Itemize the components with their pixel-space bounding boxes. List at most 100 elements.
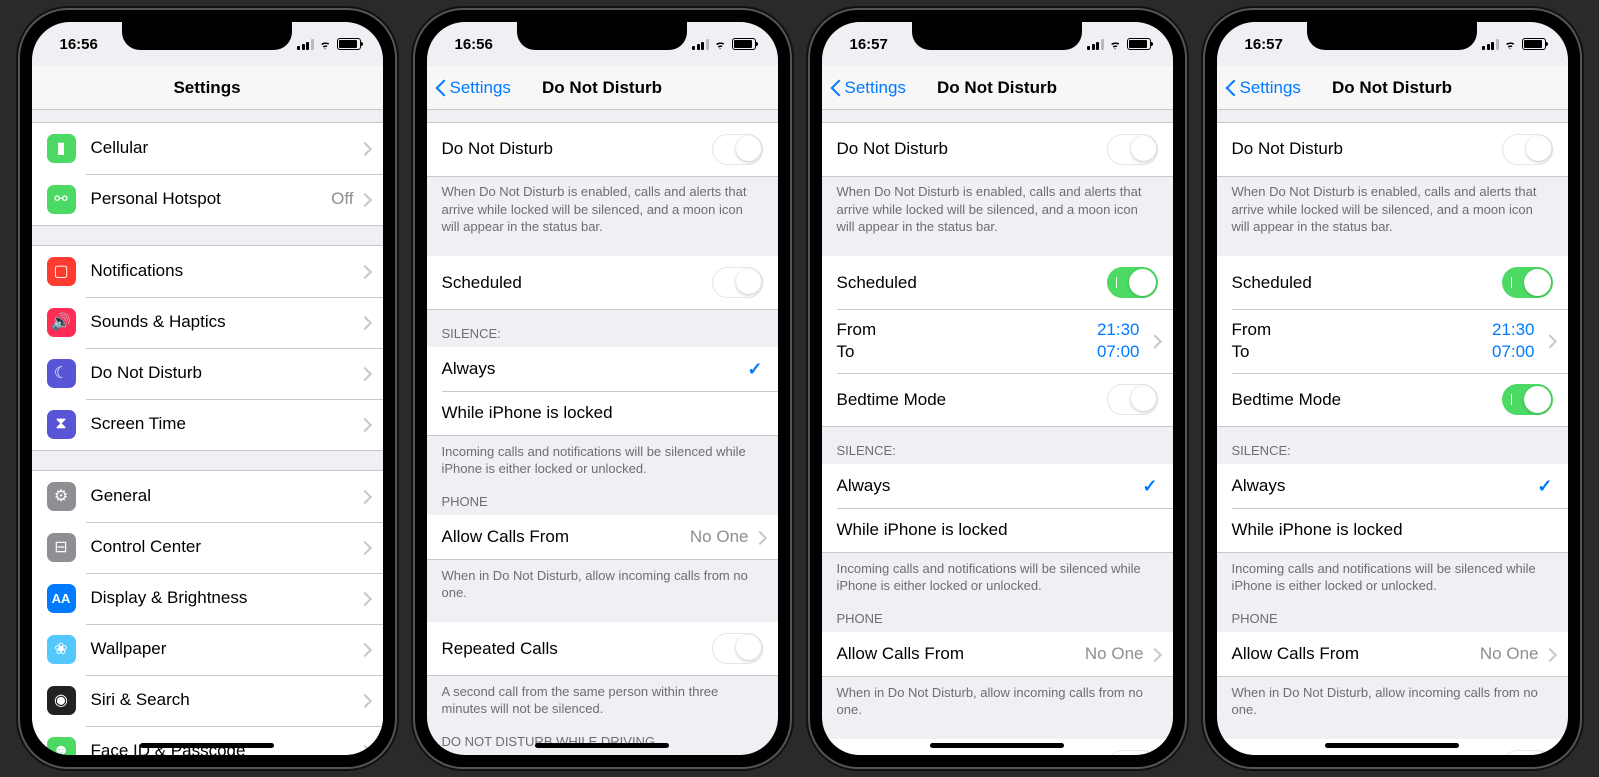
settings-cell[interactable]: Repeated Calls (427, 622, 778, 675)
time-label: From (1232, 320, 1272, 340)
settings-cell[interactable]: Allow Calls FromNo One (1217, 632, 1568, 676)
cell-label: Do Not Disturb (1232, 139, 1502, 159)
sounds-icon: 🔊 (47, 308, 76, 337)
phone-frame: 16:57SettingsDo Not DisturbDo Not Distur… (1205, 10, 1580, 767)
settings-cell[interactable]: ◉Siri & Search (32, 675, 383, 726)
cell-label: Notifications (91, 261, 360, 281)
toggle-switch[interactable] (1107, 267, 1158, 298)
wallpaper-icon: ❀ (47, 635, 76, 664)
settings-cell[interactable]: ⚙General (32, 471, 383, 522)
settings-cell[interactable]: 🔊 Sounds & Haptics (32, 297, 383, 348)
settings-cell[interactable]: Always✓ (427, 347, 778, 391)
settings-cell[interactable]: Scheduled (427, 256, 778, 309)
hotspot-icon: ⚯ (47, 185, 76, 214)
settings-cell[interactable]: Always✓ (1217, 464, 1568, 508)
notch (517, 22, 687, 50)
toggle-switch[interactable] (712, 134, 763, 165)
cell-group: Scheduled (427, 256, 778, 310)
settings-cell[interactable]: While iPhone is locked (427, 391, 778, 435)
chevron-right-icon (360, 643, 368, 656)
settings-cell[interactable]: Scheduled (822, 256, 1173, 309)
toggle-switch[interactable] (1502, 750, 1553, 755)
cell-detail: Off (331, 189, 353, 209)
settings-cell[interactable]: ⚯Personal HotspotOff (32, 174, 383, 225)
toggle-switch[interactable] (1107, 750, 1158, 755)
settings-cell[interactable]: ☾Do Not Disturb (32, 348, 383, 399)
chevron-right-icon (360, 745, 368, 756)
cell-group: ▮Cellular⚯Personal HotspotOff (32, 122, 383, 225)
cell-group: Do Not Disturb (822, 122, 1173, 176)
settings-cell[interactable]: Scheduled (1217, 256, 1568, 309)
chevron-right-icon (1150, 648, 1158, 661)
group-footer: Incoming calls and notifications will be… (427, 436, 778, 478)
chevron-right-icon (360, 316, 368, 329)
settings-cell[interactable]: Bedtime Mode (822, 373, 1173, 426)
cell-label: Control Center (91, 537, 360, 557)
home-indicator (140, 743, 274, 748)
content-scroll[interactable]: Do Not DisturbWhen Do Not Disturb is ena… (822, 110, 1173, 755)
home-indicator (930, 743, 1064, 748)
toggle-switch[interactable] (1502, 384, 1553, 415)
cell-label: Do Not Disturb (91, 363, 360, 383)
checkmark-icon: ✓ (1142, 476, 1157, 497)
settings-cell[interactable]: Always✓ (822, 464, 1173, 508)
settings-cell[interactable]: ❀ Wallpaper (32, 624, 383, 675)
toggle-switch[interactable] (1107, 134, 1158, 165)
nav-back-button[interactable]: Settings (427, 78, 511, 98)
time-value: 21:30 (1492, 320, 1535, 340)
settings-cell[interactable]: ▢ Notifications (32, 246, 383, 297)
time-row: From21:30 (837, 320, 1158, 340)
cell-label: Wallpaper (91, 639, 360, 659)
cell-label: Always (837, 476, 1143, 496)
status-time: 16:56 (455, 36, 493, 53)
chevron-right-icon (360, 367, 368, 380)
cell-label: Do Not Disturb (442, 139, 712, 159)
notifications-icon: ▢ (47, 257, 76, 286)
settings-cell[interactable]: ⧗Screen Time (32, 399, 383, 450)
settings-cell[interactable]: While iPhone is locked (1217, 508, 1568, 552)
group-header: PHONE (1217, 595, 1568, 632)
settings-cell[interactable]: ☻Face ID & Passcode (32, 726, 383, 756)
settings-cell[interactable]: From21:30To07:00 (822, 309, 1173, 373)
settings-cell[interactable]: Do Not Disturb (1217, 123, 1568, 176)
status-right (692, 38, 756, 50)
settings-cell[interactable]: ▮Cellular (32, 123, 383, 174)
nav-back-button[interactable]: Settings (822, 78, 906, 98)
phone-screen: 16:56 Settings Do Not DisturbDo Not Distur… (427, 22, 778, 755)
battery-icon (732, 38, 756, 50)
settings-cell[interactable]: Do Not Disturb (822, 123, 1173, 176)
cell-label: Cellular (91, 138, 360, 158)
toggle-switch[interactable] (1502, 267, 1553, 298)
toggle-switch[interactable] (712, 633, 763, 664)
content-scroll[interactable]: Do Not DisturbWhen Do Not Disturb is ena… (427, 110, 778, 755)
settings-cell[interactable]: Bedtime Mode (1217, 373, 1568, 426)
toggle-switch[interactable] (1107, 384, 1158, 415)
settings-cell[interactable]: While iPhone is locked (822, 508, 1173, 552)
chevron-left-icon (435, 78, 447, 98)
chevron-right-icon (360, 193, 368, 206)
toggle-switch[interactable] (712, 267, 763, 298)
settings-cell[interactable]: Allow Calls FromNo One (822, 632, 1173, 676)
settings-cell[interactable]: ⊟Control Center (32, 522, 383, 573)
content-scroll[interactable]: ▮Cellular⚯Personal HotspotOff ▢ Notificati… (32, 110, 383, 755)
chevron-right-icon (1545, 335, 1553, 348)
group-footer: When in Do Not Disturb, allow incoming c… (822, 677, 1173, 719)
nav-back-label: Settings (450, 78, 511, 98)
settings-cell[interactable]: Allow Calls FromNo One (427, 515, 778, 559)
cell-label: Sounds & Haptics (91, 312, 360, 332)
home-indicator (1325, 743, 1459, 748)
cell-label: Always (1232, 476, 1538, 496)
siri-icon: ◉ (47, 686, 76, 715)
content-scroll[interactable]: Do Not DisturbWhen Do Not Disturb is ena… (1217, 110, 1568, 755)
checkmark-icon: ✓ (747, 359, 762, 380)
chevron-right-icon (360, 265, 368, 278)
settings-cell[interactable]: AADisplay & Brightness (32, 573, 383, 624)
settings-cell[interactable]: Do Not Disturb (427, 123, 778, 176)
chevron-right-icon (755, 531, 763, 544)
settings-cell[interactable]: From21:30To07:00 (1217, 309, 1568, 373)
group-footer: A second call from the same person withi… (427, 676, 778, 718)
toggle-switch[interactable] (1502, 134, 1553, 165)
group-footer: Incoming calls and notifications will be… (822, 553, 1173, 595)
status-right (1087, 38, 1151, 50)
nav-back-button[interactable]: Settings (1217, 78, 1301, 98)
